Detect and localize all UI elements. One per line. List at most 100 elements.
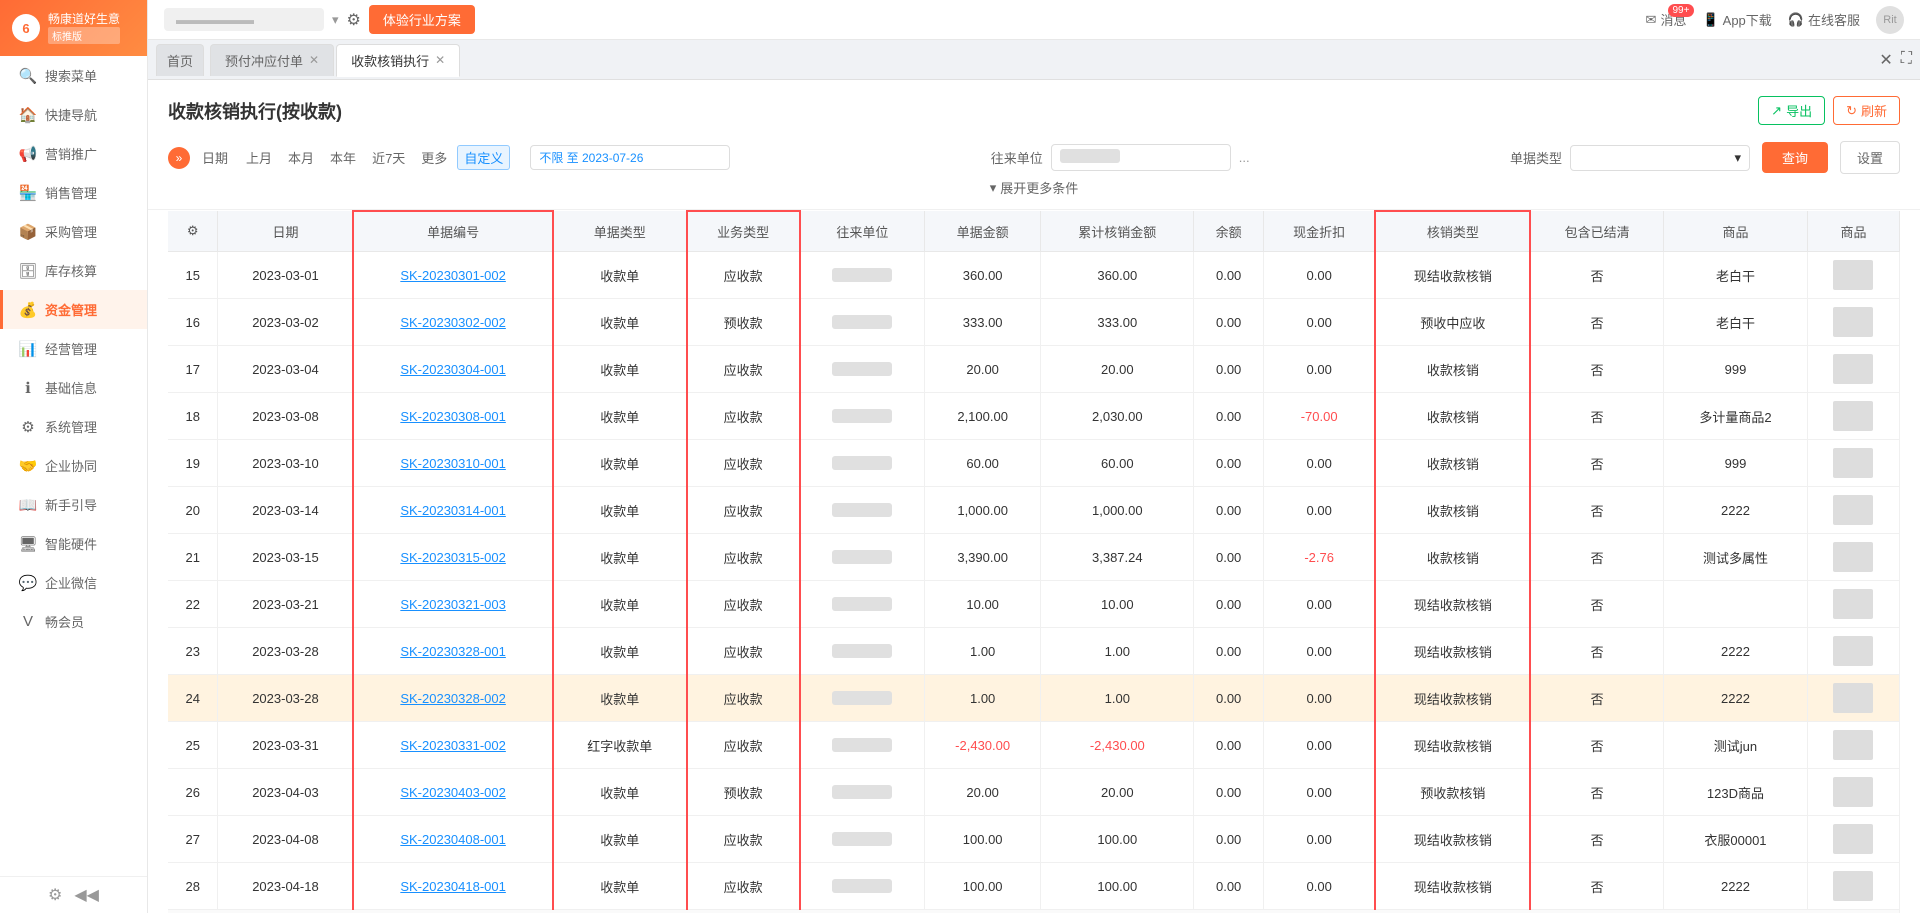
table-footer-row: 合计: [168, 910, 1900, 913]
cell-no: 27: [168, 816, 218, 863]
filter-toggle-button[interactable]: »: [168, 147, 190, 169]
sidebar-item-inventory[interactable]: 🗄库存核算: [0, 251, 147, 290]
order-no-link[interactable]: SK-20230328-001: [400, 644, 506, 659]
order-no-link[interactable]: SK-20230331-002: [400, 738, 506, 753]
export-button[interactable]: ↗ 导出: [1758, 96, 1825, 125]
cell-order-type: 收款单: [553, 487, 687, 534]
advance-tab-close[interactable]: ✕: [309, 53, 319, 67]
cell-product2: [1807, 534, 1899, 581]
expand-more-bar[interactable]: ▾ 展开更多条件: [168, 174, 1900, 201]
tab-close-all-icon[interactable]: ✕: [1879, 50, 1892, 70]
sidebar-item-sales[interactable]: 🏪销售管理: [0, 173, 147, 212]
cell-order-no: SK-20230304-001: [353, 346, 552, 393]
order-no-link[interactable]: SK-20230308-001: [400, 409, 506, 424]
sidebar-label-system: 系统管理: [45, 417, 97, 436]
date-7days[interactable]: 近7天: [366, 146, 411, 169]
app-download-link[interactable]: 📱 App下载: [1702, 10, 1771, 29]
order-no-link[interactable]: SK-20230314-001: [400, 503, 506, 518]
cell-order-no: SK-20230328-001: [353, 628, 552, 675]
order-no-link[interactable]: SK-20230328-002: [400, 691, 506, 706]
th-included: 包含已结清: [1530, 211, 1663, 252]
partner-input[interactable]: [1051, 144, 1231, 171]
cell-included: 否: [1530, 346, 1663, 393]
order-no-link[interactable]: SK-20230321-003: [400, 597, 506, 612]
cell-balance: 0.00: [1194, 440, 1263, 487]
tab-verify-execution[interactable]: 收款核销执行 ✕: [336, 44, 460, 77]
cell-balance: 0.00: [1194, 346, 1263, 393]
cell-included: 否: [1530, 393, 1663, 440]
order-no-link[interactable]: SK-20230302-002: [400, 315, 506, 330]
query-button[interactable]: 查询: [1762, 142, 1828, 173]
sidebar-item-wechat[interactable]: 💬企业微信: [0, 563, 147, 602]
sidebar-item-system[interactable]: ⚙系统管理: [0, 407, 147, 446]
cell-balance: 0.00: [1194, 393, 1263, 440]
cell-no: 28: [168, 863, 218, 910]
order-no-link[interactable]: SK-20230403-002: [400, 785, 506, 800]
order-no-link[interactable]: SK-20230418-001: [400, 879, 506, 894]
topbar-gear-icon[interactable]: ⚙: [347, 10, 361, 30]
user-avatar[interactable]: Rit: [1876, 6, 1904, 34]
cell-partner: [800, 440, 925, 487]
sidebar-item-member[interactable]: V畅会员: [0, 602, 147, 641]
sidebar-item-shortcuts[interactable]: 🏠快捷导航: [0, 95, 147, 134]
cell-included: 否: [1530, 487, 1663, 534]
sidebar-item-finance[interactable]: 💰资金管理: [0, 290, 147, 329]
date-last-month[interactable]: 上月: [240, 146, 278, 169]
sidebar-item-marketing[interactable]: 📢营销推广: [0, 134, 147, 173]
cell-date: 2023-03-31: [218, 722, 354, 769]
tab-fullscreen-icon[interactable]: ⛶: [1901, 50, 1912, 70]
cell-cash-discount: 0.00: [1263, 722, 1375, 769]
collapse-icon[interactable]: ◀◀: [74, 885, 99, 905]
date-this-year[interactable]: 本年: [324, 146, 362, 169]
sidebar-icon-inventory: 🗄: [19, 262, 37, 280]
date-this-month[interactable]: 本月: [282, 146, 320, 169]
sidebar-item-search[interactable]: 🔍搜索菜单: [0, 56, 147, 95]
order-no-link[interactable]: SK-20230315-002: [400, 550, 506, 565]
cell-order-no: SK-20230302-002: [353, 299, 552, 346]
logo-icon: 6: [12, 14, 40, 42]
table-row: 21 2023-03-15 SK-20230315-002 收款单 应收款 3,…: [168, 534, 1900, 581]
cell-product2: [1807, 252, 1899, 299]
cell-date: 2023-03-04: [218, 346, 354, 393]
table-row: 16 2023-03-02 SK-20230302-002 收款单 预收款 33…: [168, 299, 1900, 346]
sidebar-item-cooperation[interactable]: 🤝企业协同: [0, 446, 147, 485]
sidebar-item-purchase[interactable]: 📦采购管理: [0, 212, 147, 251]
cell-date: 2023-03-02: [218, 299, 354, 346]
verify-tab-close[interactable]: ✕: [435, 53, 445, 67]
date-range-display[interactable]: 不限 至 2023-07-26: [530, 145, 730, 170]
cell-order-type: 收款单: [553, 863, 687, 910]
order-type-label: 单据类型: [1510, 148, 1562, 167]
cell-verify-amount: 10.00: [1041, 581, 1194, 628]
cell-verify-amount: 360.00: [1041, 252, 1194, 299]
order-type-select[interactable]: ▾: [1570, 145, 1750, 171]
cell-cash-discount: -2.76: [1263, 534, 1375, 581]
refresh-button[interactable]: ↻ 刷新: [1833, 96, 1900, 125]
message-button[interactable]: ✉ 消息 99+: [1646, 10, 1687, 29]
date-more[interactable]: 更多: [415, 146, 453, 169]
cell-product2: [1807, 628, 1899, 675]
settings-icon[interactable]: ⚙: [48, 885, 62, 905]
sidebar-item-operations[interactable]: 📊经营管理: [0, 329, 147, 368]
online-service-link[interactable]: 🎧 在线客服: [1788, 10, 1860, 29]
order-no-link[interactable]: SK-20230310-001: [400, 456, 506, 471]
cell-no: 22: [168, 581, 218, 628]
cell-no: 18: [168, 393, 218, 440]
export-icon: ↗: [1771, 103, 1782, 119]
order-no-link[interactable]: SK-20230301-002: [400, 268, 506, 283]
sidebar-item-basic[interactable]: ℹ基础信息: [0, 368, 147, 407]
logo-badge: 标推版: [48, 27, 120, 44]
tab-home[interactable]: 首页: [156, 44, 204, 76]
cell-biz-type: 应收款: [687, 346, 800, 393]
cell-verify-type: 预收款核销: [1375, 769, 1530, 816]
sidebar-label-sales: 销售管理: [45, 183, 97, 202]
solution-button[interactable]: 体验行业方案: [369, 5, 475, 34]
tab-advance-payment[interactable]: 预付冲应付单 ✕: [210, 44, 334, 76]
date-custom-btn[interactable]: 自定义: [457, 145, 510, 170]
sidebar-item-hardware[interactable]: 🖥智能硬件: [0, 524, 147, 563]
th-settings[interactable]: ⚙: [168, 211, 218, 252]
order-no-link[interactable]: SK-20230304-001: [400, 362, 506, 377]
order-no-link[interactable]: SK-20230408-001: [400, 832, 506, 847]
settings-button[interactable]: 设置: [1840, 141, 1900, 174]
sidebar-item-guide[interactable]: 📖新手引导: [0, 485, 147, 524]
topbar-search[interactable]: ▬▬▬▬▬▬: [164, 8, 324, 31]
